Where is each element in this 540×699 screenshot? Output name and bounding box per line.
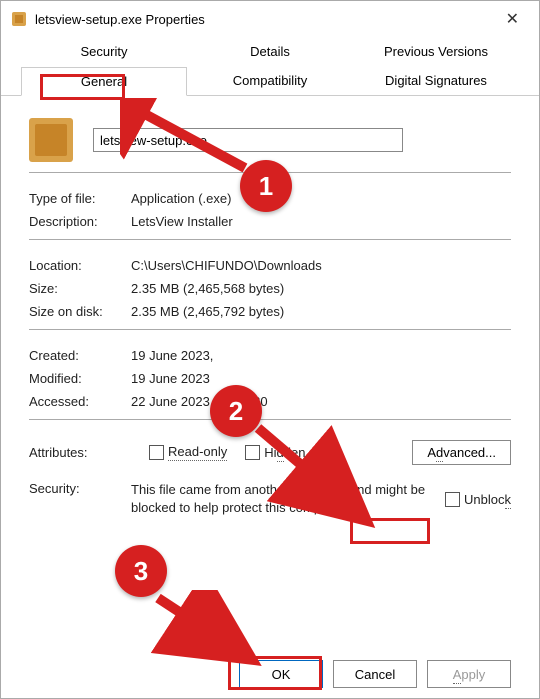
value-accessed: 22 June 2023, 09:32:20 — [131, 394, 511, 409]
general-tab-content: Type of file: Application (.exe) Descrip… — [1, 96, 539, 525]
hidden-label: Hidden — [264, 445, 305, 460]
label-attributes: Attributes: — [29, 445, 131, 460]
file-icon — [11, 11, 27, 27]
security-text: This file came from another computer and… — [131, 481, 435, 517]
titlebar: letsview-setup.exe Properties ✕ — [1, 1, 539, 37]
label-security: Security: — [29, 481, 131, 517]
checkbox-unblock[interactable]: Unblock — [445, 481, 511, 517]
value-modified: 19 June 2023 — [131, 371, 511, 386]
tab-security[interactable]: Security — [21, 37, 187, 66]
tab-bar: Security Details Previous Versions Gener… — [1, 37, 539, 96]
advanced-button[interactable]: Advanced... — [412, 440, 511, 465]
readonly-label: Read-only — [168, 444, 227, 461]
label-created: Created: — [29, 348, 131, 363]
tab-compatibility[interactable]: Compatibility — [187, 66, 353, 95]
tab-details[interactable]: Details — [187, 37, 353, 66]
value-description: LetsView Installer — [131, 214, 511, 229]
cancel-button[interactable]: Cancel — [333, 660, 417, 688]
label-size: Size: — [29, 281, 131, 296]
close-button[interactable]: ✕ — [496, 5, 529, 33]
value-type: Application (.exe) — [131, 191, 511, 206]
value-location: C:\Users\CHIFUNDO\Downloads — [131, 258, 511, 273]
properties-window: letsview-setup.exe Properties ✕ Security… — [0, 0, 540, 699]
value-size-on-disk: 2.35 MB (2,465,792 bytes) — [131, 304, 511, 319]
checkbox-box — [149, 445, 164, 460]
value-created: 19 June 2023, — [131, 348, 511, 363]
checkbox-box — [445, 492, 460, 507]
checkbox-readonly[interactable]: Read-only — [149, 444, 227, 461]
label-modified: Modified: — [29, 371, 131, 386]
tab-digital-signatures[interactable]: Digital Signatures — [353, 66, 519, 95]
tab-previous-versions[interactable]: Previous Versions — [353, 37, 519, 66]
value-size: 2.35 MB (2,465,568 bytes) — [131, 281, 511, 296]
ok-button[interactable]: OK — [239, 660, 323, 688]
label-accessed: Accessed: — [29, 394, 131, 409]
file-type-icon — [29, 118, 73, 162]
label-size-on-disk: Size on disk: — [29, 304, 131, 319]
tab-general[interactable]: General — [21, 67, 187, 96]
label-description: Description: — [29, 214, 131, 229]
checkbox-hidden[interactable]: Hidden — [245, 445, 305, 460]
apply-button[interactable]: Apply — [427, 660, 511, 688]
label-location: Location: — [29, 258, 131, 273]
window-title: letsview-setup.exe Properties — [35, 12, 488, 27]
label-type: Type of file: — [29, 191, 131, 206]
filename-input[interactable] — [93, 128, 403, 152]
button-bar: OK Cancel Apply — [1, 660, 539, 688]
checkbox-box — [245, 445, 260, 460]
unblock-label: Unblock — [464, 492, 511, 507]
